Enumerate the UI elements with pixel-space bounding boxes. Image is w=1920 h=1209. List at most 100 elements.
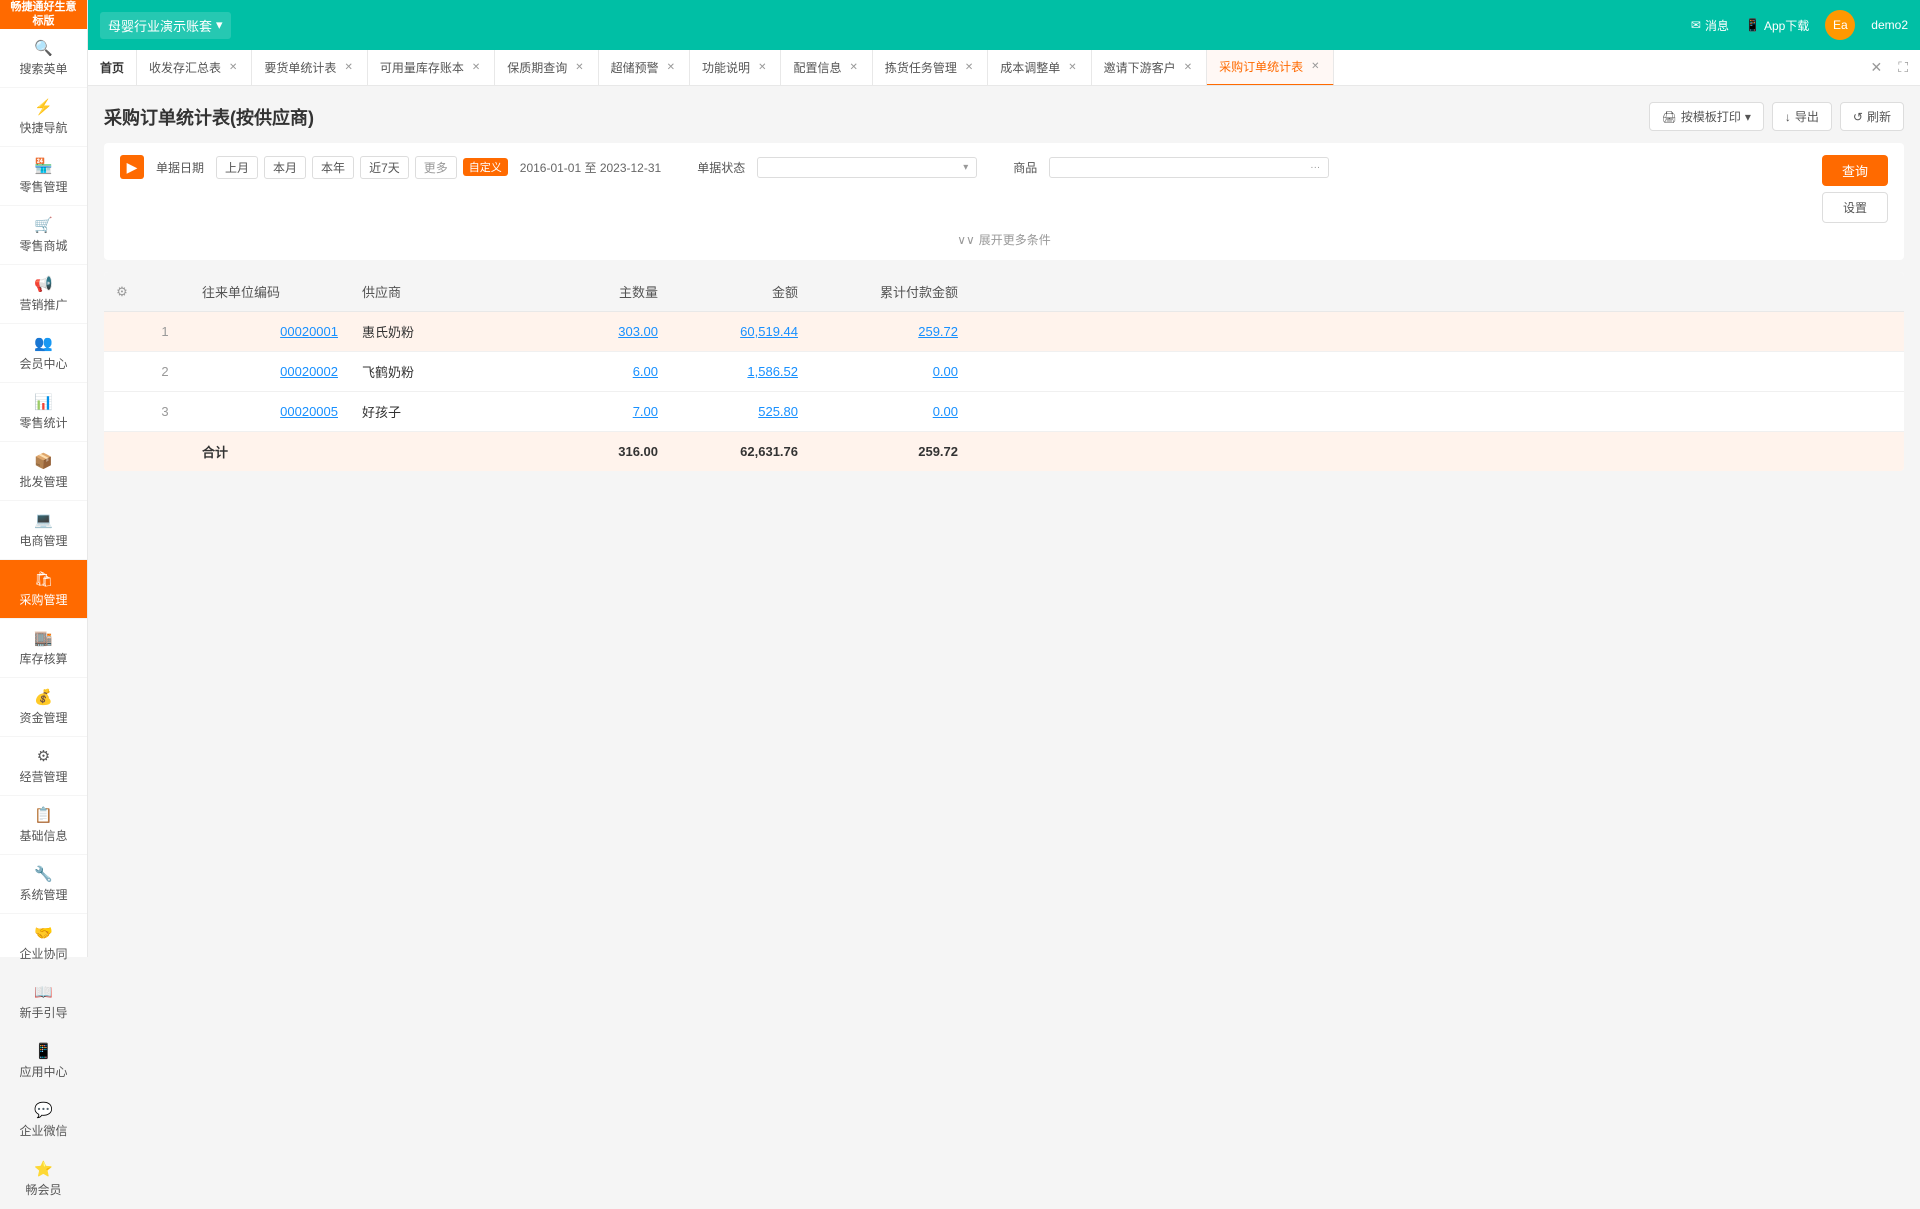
header-actions: 🖨 按模板打印 ▾ ↓ 导出 ↺ 刷新 [1649, 102, 1904, 131]
sidebar-item-vip[interactable]: ⭐畅会员 [0, 1150, 87, 1209]
filter-toggle-btn[interactable]: ▶ [120, 155, 144, 179]
workspace-dropdown[interactable]: 母婴行业演示账套 ▾ [100, 12, 231, 39]
export-btn[interactable]: ↓ 导出 [1772, 102, 1832, 131]
inventory-icon: 🏬 [34, 629, 53, 647]
tab-close-yghj[interactable]: ✕ [342, 60, 354, 75]
retailmall-icon: 🛒 [34, 216, 53, 234]
date-shortcuts: 上月 本月 本年 近7天 更多 自定义 [216, 156, 508, 179]
shortcut-this-month[interactable]: 本月 [264, 156, 306, 179]
row-paid[interactable]: 0.00 [810, 392, 970, 432]
maximize-tab-btn[interactable]: ⛶ [1894, 57, 1912, 78]
tab-bxqcx[interactable]: 保质期查询✕ [495, 50, 598, 86]
expand-more-label: 展开更多条件 [979, 231, 1051, 248]
sidebar-item-corp[interactable]: 🤝企业协同 [0, 914, 87, 973]
tab-kylkzb[interactable]: 可用量库存账本✕ [368, 50, 495, 86]
custom-badge: 自定义 [463, 158, 508, 176]
page-header: 采购订单统计表(按供应商) 🖨 按模板打印 ▾ ↓ 导出 ↺ 刷新 [104, 102, 1904, 131]
tab-close-gnms[interactable]: ✕ [756, 60, 768, 75]
sidebar-item-basic[interactable]: 📋基础信息 [0, 796, 87, 855]
user-avatar[interactable]: Ea [1825, 10, 1855, 40]
footer-label: 合计 [190, 432, 350, 472]
sidebar-item-retailstat[interactable]: 📊零售统计 [0, 383, 87, 442]
tab-close-pzxx[interactable]: ✕ [847, 60, 859, 75]
sidebar-item-label: 会员中心 [19, 355, 67, 372]
tab-close-kylkzb[interactable]: ✕ [470, 60, 482, 75]
row-code[interactable]: 00020005 [190, 392, 350, 432]
sidebar-item-wxwork[interactable]: 💬企业微信 [0, 1091, 87, 1150]
tab-yyxg[interactable]: 邀请下游客户✕ [1092, 50, 1207, 86]
tab-close-shf[interactable]: ✕ [227, 60, 239, 75]
status-arrow-icon: ▾ [963, 162, 968, 173]
expand-more-btn[interactable]: ∨∨ 展开更多条件 [957, 231, 1051, 248]
shortcut-this-year[interactable]: 本年 [312, 156, 354, 179]
sidebar-item-label: 畅会员 [25, 1181, 61, 1198]
row-amount[interactable]: 60,519.44 [670, 312, 810, 352]
tab-close-cgddtjb[interactable]: ✕ [1309, 59, 1321, 74]
row-amount[interactable]: 1,586.52 [670, 352, 810, 392]
tab-close-phgl[interactable]: ✕ [963, 60, 975, 75]
status-select[interactable]: ▾ [757, 157, 977, 178]
col-qty-header: 主数量 [550, 272, 670, 312]
basic-icon: 📋 [34, 806, 53, 824]
sidebar-item-retailmall[interactable]: 🛒零售商城 [0, 206, 87, 265]
table-settings-icon[interactable]: ⚙ [116, 284, 128, 299]
goods-select[interactable]: ··· [1049, 157, 1329, 178]
tab-close-yyxg[interactable]: ✕ [1182, 60, 1194, 75]
row-qty[interactable]: 6.00 [550, 352, 670, 392]
message-btn[interactable]: ✉ 消息 [1691, 17, 1729, 34]
tab-pzxx[interactable]: 配置信息✕ [781, 50, 872, 86]
purchase-icon: 🛍 [34, 570, 53, 588]
user-name[interactable]: demo2 [1871, 18, 1908, 32]
row-qty[interactable]: 303.00 [550, 312, 670, 352]
row-code[interactable]: 00020001 [190, 312, 350, 352]
table-row: 1 00020001 惠氏奶粉 303.00 60,519.44 259.72 [104, 312, 1904, 352]
refresh-btn[interactable]: ↺ 刷新 [1840, 102, 1904, 131]
tab-close-ccy[interactable]: ✕ [665, 60, 677, 75]
sidebar-item-wholesale[interactable]: 📦批发管理 [0, 442, 87, 501]
sidebar-item-finance[interactable]: 💰资金管理 [0, 678, 87, 737]
sidebar-item-members[interactable]: 👥会员中心 [0, 324, 87, 383]
col-amount-header: 金额 [670, 272, 810, 312]
sidebar-logo[interactable]: 畅捷通好生意 标版 [0, 0, 87, 29]
row-code[interactable]: 00020002 [190, 352, 350, 392]
tab-phgl[interactable]: 拣货任务管理✕ [873, 50, 988, 86]
tab-yghj[interactable]: 要货单统计表✕ [252, 50, 367, 86]
sidebar-item-ecommerce[interactable]: 💻电商管理 [0, 501, 87, 560]
sidebar-item-purchase[interactable]: 🛍采购管理 [0, 560, 87, 619]
row-paid[interactable]: 0.00 [810, 352, 970, 392]
sidebar-item-appcenter[interactable]: 📱应用中心 [0, 1032, 87, 1091]
sidebar-item-guide[interactable]: 📖新手引导 [0, 973, 87, 1032]
settings-btn[interactable]: 设置 [1822, 192, 1888, 223]
table-row: 3 00020005 好孩子 7.00 525.80 0.00 [104, 392, 1904, 432]
sidebar-item-label: 企业协同 [19, 945, 67, 962]
shortcut-7days[interactable]: 近7天 [360, 156, 409, 179]
print-btn[interactable]: 🖨 按模板打印 ▾ [1649, 102, 1764, 131]
expand-more-icon: ∨∨ [957, 233, 975, 247]
tab-cbtz[interactable]: 成本调整单✕ [988, 50, 1091, 86]
row-paid[interactable]: 259.72 [810, 312, 970, 352]
shortcut-more[interactable]: 更多 [415, 156, 457, 179]
app-download-btn[interactable]: 📱 App下载 [1745, 17, 1809, 34]
sidebar-item-marketing[interactable]: 📢营销推广 [0, 265, 87, 324]
row-amount[interactable]: 525.80 [670, 392, 810, 432]
tab-gnms[interactable]: 功能说明✕ [690, 50, 781, 86]
tab-close-bxqcx[interactable]: ✕ [573, 60, 585, 75]
close-tab-btn[interactable]: ✕ [1866, 57, 1886, 78]
tab-ccy[interactable]: 超储预警✕ [599, 50, 690, 86]
tab-home[interactable]: 首页 [88, 50, 137, 86]
shortcut-last-month[interactable]: 上月 [216, 156, 258, 179]
row-qty[interactable]: 7.00 [550, 392, 670, 432]
footer-empty-1 [104, 432, 140, 472]
tab-close-cbtz[interactable]: ✕ [1066, 60, 1078, 75]
tab-cgddtjb[interactable]: 采购订单统计表✕ [1207, 50, 1334, 86]
tab-shf[interactable]: 收发存汇总表 ✕ [137, 50, 252, 86]
sidebar-item-operations[interactable]: ⚙经营管理 [0, 737, 87, 796]
sidebar-item-inventory[interactable]: 🏬库存核算 [0, 619, 87, 678]
query-btn[interactable]: 查询 [1822, 155, 1888, 186]
sidebar-item-retail[interactable]: 🏪零售管理 [0, 147, 87, 206]
sidebar-item-system[interactable]: 🔧系统管理 [0, 855, 87, 914]
sidebar-item-search[interactable]: 🔍搜索英单 [0, 29, 87, 88]
sidebar-item-quicknav[interactable]: ⚡快捷导航 [0, 88, 87, 147]
tab-label: 收发存汇总表 [149, 59, 221, 76]
operations-icon: ⚙ [37, 747, 50, 765]
